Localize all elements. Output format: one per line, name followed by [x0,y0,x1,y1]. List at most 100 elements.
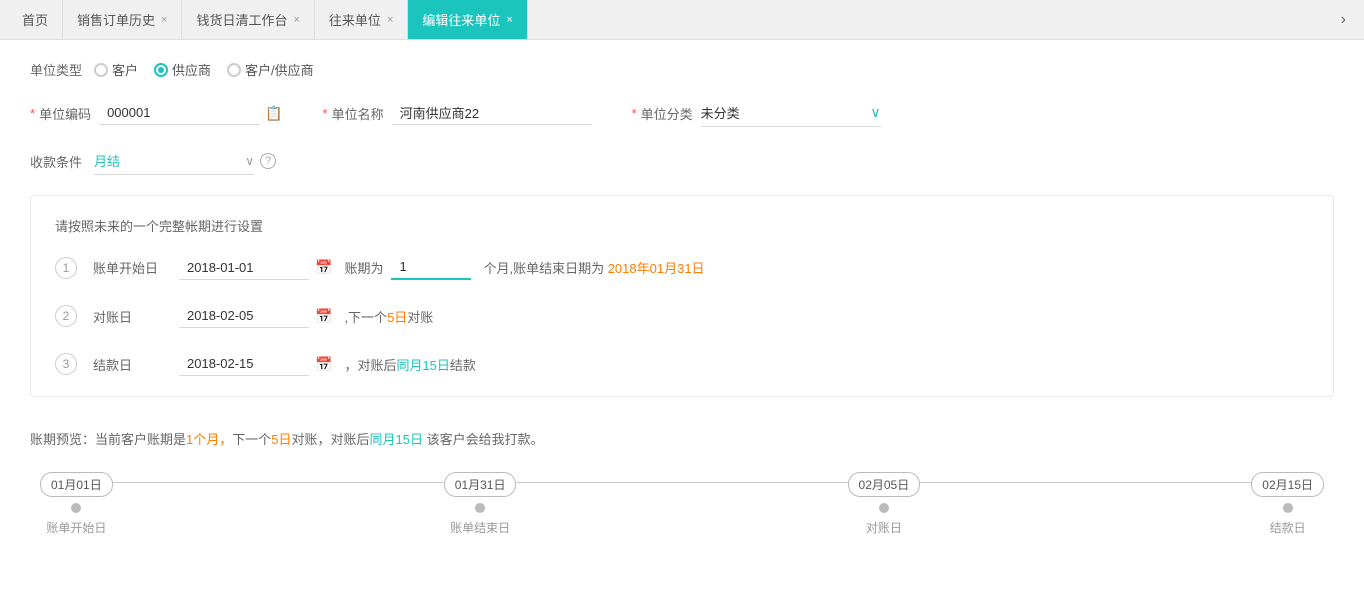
timeline-dot-1 [71,503,81,513]
step-1-num: 1 [55,257,77,279]
timeline-dot-3 [879,503,889,513]
payment-terms-arrow-icon: ∨ [245,154,254,168]
unit-name-input[interactable] [392,101,592,125]
preview-suffix: 该客户会给我打款。 [427,432,544,447]
tab-cash-workbench[interactable]: 钱货日清工作台 × [182,0,314,39]
unit-code-input[interactable] [99,101,259,125]
preview-highlight3: 同月15日 [370,432,423,447]
timeline-label-4: 结款日 [1270,519,1306,536]
unit-classify-dropdown[interactable]: 未分类 ∨ [701,99,881,127]
step-3-prefix: ，对账后 [344,358,396,373]
radio-both-label: 客户/供应商 [245,60,314,79]
step-2-date-input[interactable] [179,304,309,328]
preview-highlight1: 1个月， [186,432,232,447]
unit-code-field: * 单位编码 📋 [30,101,283,125]
unit-classify-label: 单位分类 [641,104,693,123]
timeline-row: 01月01日 账单开始日 01月31日 账单结束日 02月05日 对账日 [40,472,1324,536]
timeline-dot-2 [475,503,485,513]
radio-supplier-label: 供应商 [172,60,211,79]
unit-name-required-star: * [323,106,328,121]
tab-sales-order[interactable]: 销售订单历史 × [63,0,182,39]
tab-home[interactable]: 首页 [8,0,63,39]
step-2-suffix: 对账 [407,310,433,325]
timeline-label-1: 账单开始日 [46,519,106,536]
radio-supplier[interactable]: 供应商 [154,60,211,79]
tab-partner[interactable]: 往来单位 × [315,0,408,39]
step-3-num: 3 [55,353,77,375]
step-1-cal-icon[interactable]: 📅 [315,259,332,276]
timeline-item-3: 02月05日 对账日 [848,472,921,536]
timeline-label-2: 账单结束日 [450,519,510,536]
timeline-item-4: 02月15日 结款日 [1251,472,1324,536]
unit-type-row: 单位类型 客户 供应商 客户/供应商 [30,60,1334,79]
unit-classify-arrow-icon: ∨ [870,104,880,121]
radio-group: 客户 供应商 客户/供应商 [94,60,314,79]
step-2-label: 对账日 [93,307,163,326]
step-1-label: 账单开始日 [93,258,163,277]
step-1-period-label: 账期为 [344,258,383,277]
step-1-date-input[interactable] [179,256,309,280]
tab-partner-label: 往来单位 [329,10,381,29]
tab-more-button[interactable]: › [1331,11,1356,29]
unit-type-field: 单位类型 客户 供应商 客户/供应商 [30,60,314,79]
timeline-dot-4 [1283,503,1293,513]
step-3-cal-icon[interactable]: 📅 [315,356,332,373]
payment-terms-label: 收款条件 [30,152,82,171]
unit-code-label: 单位编码 [39,104,91,123]
tab-bar: 首页 销售订单历史 × 钱货日清工作台 × 往来单位 × 编辑往来单位 × › [0,0,1364,40]
help-icon[interactable]: ? [260,153,276,169]
step-2-desc: ,下一个5日对账 [344,307,433,326]
step-3-desc: ，对账后同月15日结款 [344,355,476,374]
unit-type-label: 单位类型 [30,60,82,79]
payment-terms-dropdown[interactable]: 月结 ∨ [94,147,254,175]
unit-info-row: * 单位编码 📋 * 单位名称 * 单位分类 未分类 ∨ [30,99,1334,127]
radio-both[interactable]: 客户/供应商 [227,60,314,79]
tab-sales-order-close[interactable]: × [161,14,167,26]
step-1-months-input[interactable] [391,255,471,280]
billing-section-box: 请按照未来的一个完整帐期进行设置 1 账单开始日 📅 账期为 个月,账单结束日期… [30,195,1334,397]
step-2-prefix: ,下一个 [344,310,387,325]
step-1-suffix-months-text: 个月,账单结束日期为 [483,261,604,276]
tab-sales-order-label: 销售订单历史 [77,10,155,29]
step-3-row: 3 结款日 📅 ，对账后同月15日结款 [55,352,1309,376]
radio-customer[interactable]: 客户 [94,60,138,79]
timeline-badge-2: 01月31日 [444,472,517,497]
step-2-cal-icon[interactable]: 📅 [315,308,332,325]
preview-prefix: 账期预览：当前客户账期是 [30,432,186,447]
step-2-num: 2 [55,305,77,327]
timeline-badge-3: 02月05日 [848,472,921,497]
step-3-suffix: 结款 [450,358,476,373]
tab-partner-close[interactable]: × [387,14,393,26]
unit-code-icon[interactable]: 📋 [265,105,282,122]
timeline-badge-4: 02月15日 [1251,472,1324,497]
unit-classify-required-star: * [632,106,637,121]
radio-supplier-circle [154,63,168,77]
step-3-date-input[interactable] [179,352,309,376]
radio-customer-circle [94,63,108,77]
timeline-badge-1: 01月01日 [40,472,113,497]
step-1-end-date: 2018年01月31日 [608,261,705,276]
payment-terms-field: 收款条件 月结 ∨ ? [30,147,276,175]
tab-cash-workbench-close[interactable]: × [293,14,299,26]
step-1-row: 1 账单开始日 📅 账期为 个月,账单结束日期为 2018年01月31日 [55,255,1309,280]
radio-both-circle [227,63,241,77]
unit-code-required-star: * [30,106,35,121]
tab-edit-partner[interactable]: 编辑往来单位 × [408,0,527,39]
tab-edit-partner-label: 编辑往来单位 [422,10,500,29]
preview-middle2: 对账，对账后 [292,432,370,447]
tab-home-label: 首页 [22,10,48,29]
step-3-label: 结款日 [93,355,163,374]
payment-terms-row: 收款条件 月结 ∨ ? [30,147,1334,175]
timeline-item-2: 01月31日 账单结束日 [444,472,517,536]
tab-cash-workbench-label: 钱货日清工作台 [196,10,287,29]
timeline-label-3: 对账日 [866,519,902,536]
preview-section: 账期预览：当前客户账期是1个月，下一个5日对账，对账后同月15日 该客户会给我打… [30,413,1334,536]
preview-highlight2: 5日 [271,432,291,447]
main-content: 单位类型 客户 供应商 客户/供应商 * 单位编码 [0,40,1364,608]
unit-name-field: * 单位名称 [323,101,592,125]
tab-edit-partner-close[interactable]: × [506,14,512,26]
unit-classify-value: 未分类 [701,103,871,122]
step-2-row: 2 对账日 📅 ,下一个5日对账 [55,304,1309,328]
preview-middle: 下一个 [232,432,271,447]
radio-customer-label: 客户 [112,60,138,79]
